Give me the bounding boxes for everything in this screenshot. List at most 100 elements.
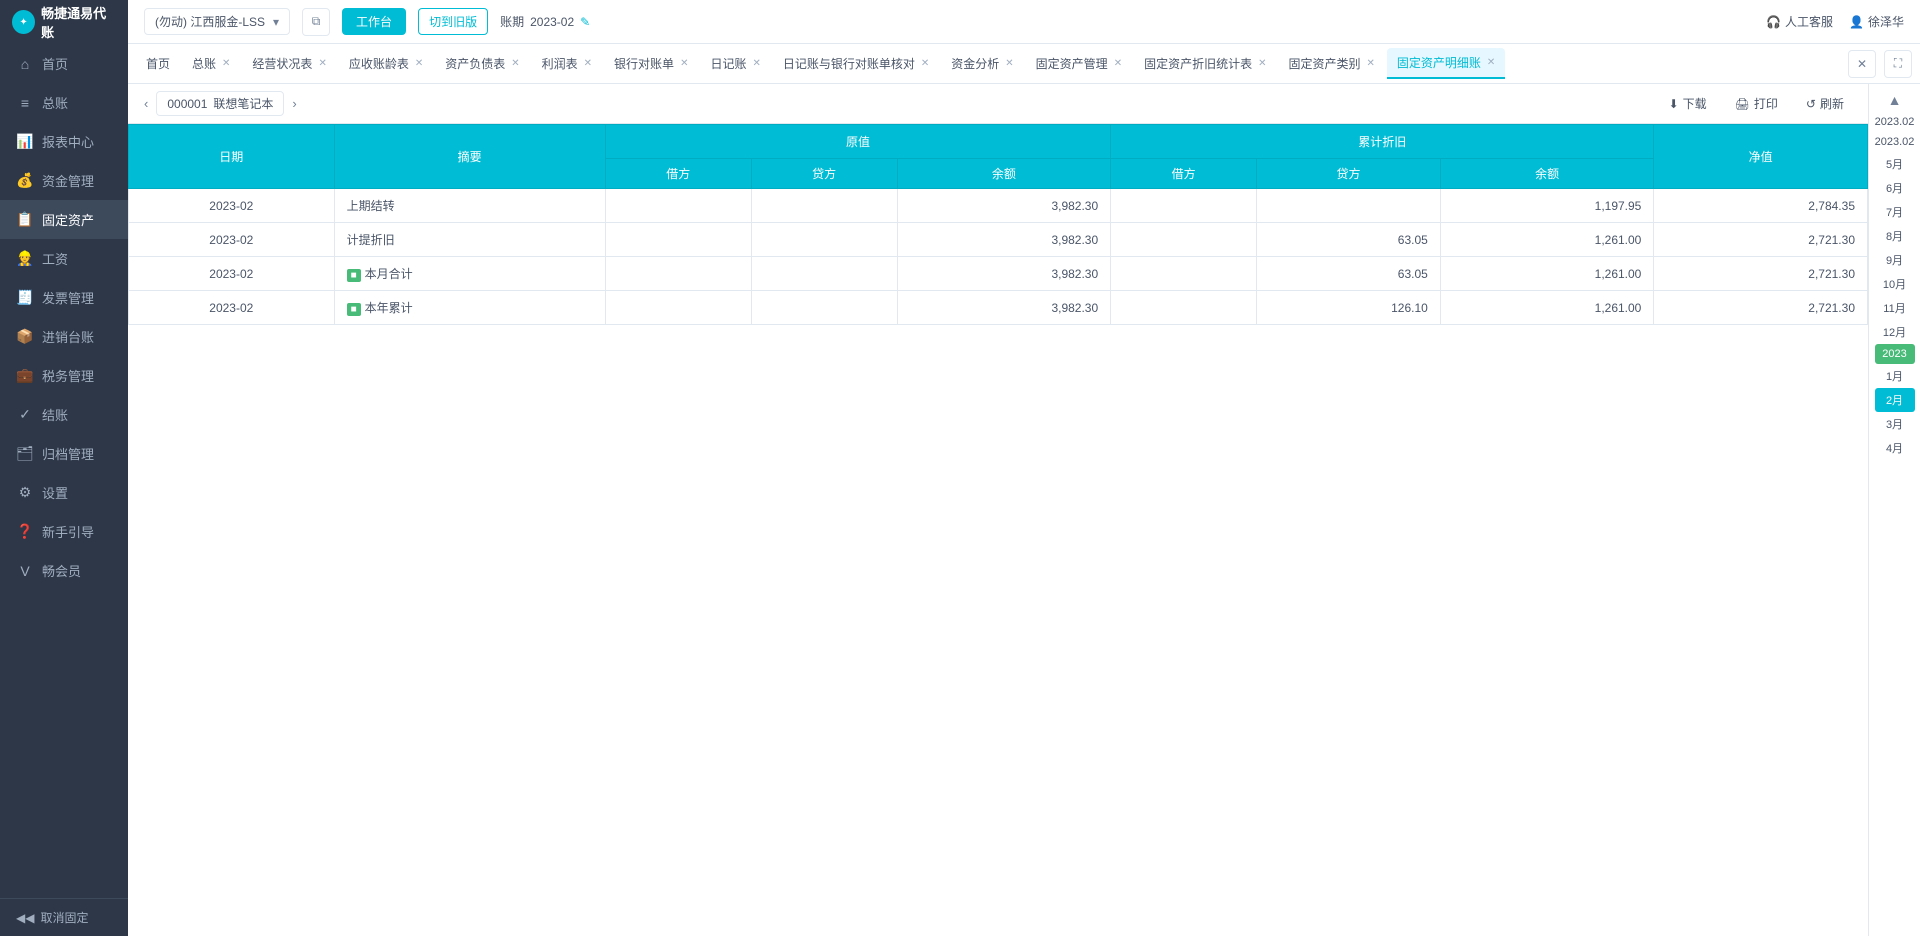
table-row: 2023-02 上期结转 3,982.30 1,197.95 2,784.35 xyxy=(129,189,1868,223)
cell-accum-debit xyxy=(1111,189,1257,223)
sidebar-item-guide[interactable]: ❓新手引导 xyxy=(0,512,128,551)
sidebar-item-invoice[interactable]: 🧾发票管理 xyxy=(0,278,128,317)
cell-summary: 计提折旧 xyxy=(334,223,605,257)
sidebar-item-settings[interactable]: ⚙设置 xyxy=(0,473,128,512)
workbench-button[interactable]: 工作台 xyxy=(342,8,406,35)
breadcrumb-back[interactable]: ‹ xyxy=(144,96,148,111)
strip-month[interactable]: 9月 xyxy=(1875,248,1915,272)
cell-orig-balance: 3,982.30 xyxy=(897,223,1111,257)
sidebar-item-payroll[interactable]: 👷工资 xyxy=(0,239,128,278)
breadcrumb-forward[interactable]: › xyxy=(292,96,296,111)
sidebar-item-ledger[interactable]: ≡总账 xyxy=(0,83,128,122)
tab-fund-analysis[interactable]: 资金分析✕ xyxy=(941,49,1023,78)
service-label: 人工客服 xyxy=(1785,13,1833,30)
table-row: 2023-02 ■本年累计 3,982.30 126.10 1,261.00 2… xyxy=(129,291,1868,325)
switch-version-button[interactable]: 切到旧版 xyxy=(418,8,488,35)
tab-close-fixed-type[interactable]: ✕ xyxy=(1367,58,1375,69)
tab-close-bank[interactable]: ✕ xyxy=(680,58,688,69)
tab-close-ar[interactable]: ✕ xyxy=(415,58,423,69)
strip-month[interactable]: 4月 xyxy=(1875,436,1915,460)
period-info: 账期 2023-02 ✎ xyxy=(500,13,590,30)
copy-icon: ⧉ xyxy=(312,14,321,29)
maximize-button[interactable]: ⛶ xyxy=(1884,50,1912,78)
avatar-icon: 👤 xyxy=(1849,15,1864,29)
close-all-tabs-button[interactable]: ✕ xyxy=(1848,50,1876,78)
print-button[interactable]: 🖨 打印 xyxy=(1727,91,1786,116)
tab-journal-bank[interactable]: 日记账与银行对账单核对✕ xyxy=(773,49,939,78)
copy-button[interactable]: ⧉ xyxy=(302,8,330,36)
strip-month[interactable]: 3月 xyxy=(1875,412,1915,436)
sidebar-item-fixed-assets[interactable]: 📋固定资产 xyxy=(0,200,128,239)
tab-balance[interactable]: 资产负债表✕ xyxy=(435,49,529,78)
tab-biz-status[interactable]: 经营状况表✕ xyxy=(242,49,336,78)
cell-accum-credit: 63.05 xyxy=(1257,257,1441,291)
tab-close-profit[interactable]: ✕ xyxy=(584,58,592,69)
tab-close-fixed-mgmt[interactable]: ✕ xyxy=(1114,58,1122,69)
tab-ar[interactable]: 应收账龄表 ✕ xyxy=(339,49,433,78)
tab-fixed-type[interactable]: 固定资产类别 ✕ xyxy=(1278,49,1384,78)
tab-close-biz-status[interactable]: ✕ xyxy=(318,58,326,69)
sidebar-item-close[interactable]: ✓结账 xyxy=(0,395,128,434)
col-orig-balance: 余额 xyxy=(897,159,1111,189)
company-selector[interactable]: (勿动) 江西服金-LSS ▾ xyxy=(144,8,290,35)
sidebar-item-sales[interactable]: 📦进销台账 xyxy=(0,317,128,356)
tab-fixed-depr[interactable]: 固定资产折旧统计表✕ xyxy=(1134,49,1276,78)
cell-orig-debit xyxy=(605,257,751,291)
strip-month[interactable]: 2月 xyxy=(1875,388,1915,412)
strip-month[interactable]: 5月 xyxy=(1875,152,1915,176)
strip-month[interactable]: 6月 xyxy=(1875,176,1915,200)
strip-month[interactable]: 1月 xyxy=(1875,364,1915,388)
strip-month[interactable]: 11月 xyxy=(1875,296,1915,320)
cell-date: 2023-02 xyxy=(129,189,335,223)
strip-year-badge[interactable]: 2023 xyxy=(1875,344,1915,364)
refresh-button[interactable]: ↺ 刷新 xyxy=(1798,91,1852,116)
user-service[interactable]: 🎧 人工客服 xyxy=(1766,13,1833,30)
strip-month[interactable]: 7月 xyxy=(1875,200,1915,224)
strip-year-label-1: 2023.02 xyxy=(1875,112,1915,132)
tab-fixed-detail[interactable]: 固定资产明细账✕ xyxy=(1387,48,1505,79)
tab-home[interactable]: 首页 xyxy=(136,49,180,78)
tab-close-ledger[interactable]: ✕ xyxy=(222,58,230,69)
strip-year-label-2: 2023.02 xyxy=(1875,132,1915,152)
tab-bank[interactable]: 银行对账单✕ xyxy=(604,49,698,78)
tab-close-fund-analysis[interactable]: ✕ xyxy=(1005,58,1013,69)
tab-label-fixed-type: 固定资产类别 xyxy=(1288,55,1360,72)
cell-date: 2023-02 xyxy=(129,291,335,325)
sidebar-item-archive[interactable]: 🗂归档管理 xyxy=(0,434,128,473)
tab-journal[interactable]: 日记账✕ xyxy=(700,49,770,78)
strip-up-arrow[interactable]: ▲ xyxy=(1888,88,1902,112)
tab-profit[interactable]: 利润表✕ xyxy=(532,49,602,78)
breadcrumb: ‹ 000001 联想笔记本 › xyxy=(144,91,297,116)
content-area: ‹ 000001 联想笔记本 › ⬇ 下载 🖨 打印 xyxy=(128,84,1920,936)
sidebar-item-report[interactable]: 📊报表中心 xyxy=(0,122,128,161)
tab-close-journal-bank[interactable]: ✕ xyxy=(921,58,929,69)
strip-month[interactable]: 10月 xyxy=(1875,272,1915,296)
sidebar-item-home[interactable]: ⌂首页 xyxy=(0,44,128,83)
tab-fixed-mgmt[interactable]: 固定资产管理✕ xyxy=(1026,49,1132,78)
sidebar-icon-close: ✓ xyxy=(16,406,34,423)
sidebar-label-member: 畅会员 xyxy=(42,561,81,580)
sidebar-label-home: 首页 xyxy=(42,54,68,73)
cell-orig-debit xyxy=(605,223,751,257)
company-name: (勿动) 江西服金-LSS xyxy=(155,13,265,30)
row-tag: ■ xyxy=(347,303,361,316)
sidebar-item-member[interactable]: V畅会员 xyxy=(0,551,128,590)
tab-label-ar: 应收账龄表 xyxy=(349,55,409,72)
tab-close-balance[interactable]: ✕ xyxy=(511,58,519,69)
strip-month[interactable]: 8月 xyxy=(1875,224,1915,248)
period-edit-icon[interactable]: ✎ xyxy=(580,15,590,29)
tab-close-fixed-depr[interactable]: ✕ xyxy=(1258,58,1266,69)
sidebar-item-fund[interactable]: 💰资金管理 xyxy=(0,161,128,200)
sidebar-footer[interactable]: ◀◀ 取消固定 xyxy=(0,898,128,936)
col-accum-balance: 余额 xyxy=(1440,159,1654,189)
user-avatar[interactable]: 👤 徐泽华 xyxy=(1849,13,1904,30)
download-button[interactable]: ⬇ 下载 xyxy=(1661,91,1715,116)
header-right: 🎧 人工客服 👤 徐泽华 xyxy=(1766,13,1904,30)
strip-month[interactable]: 12月 xyxy=(1875,320,1915,344)
tab-close-fixed-detail[interactable]: ✕ xyxy=(1487,57,1495,68)
tab-close-journal[interactable]: ✕ xyxy=(752,58,760,69)
col-summary: 摘要 xyxy=(334,125,605,189)
sidebar-item-tax[interactable]: 💼税务管理 xyxy=(0,356,128,395)
tab-bar: 首页总账✕经营状况表✕应收账龄表✕资产负债表✕利润表✕银行对账单✕日记账✕日记账… xyxy=(128,44,1920,84)
tab-ledger[interactable]: 总账✕ xyxy=(182,49,240,78)
